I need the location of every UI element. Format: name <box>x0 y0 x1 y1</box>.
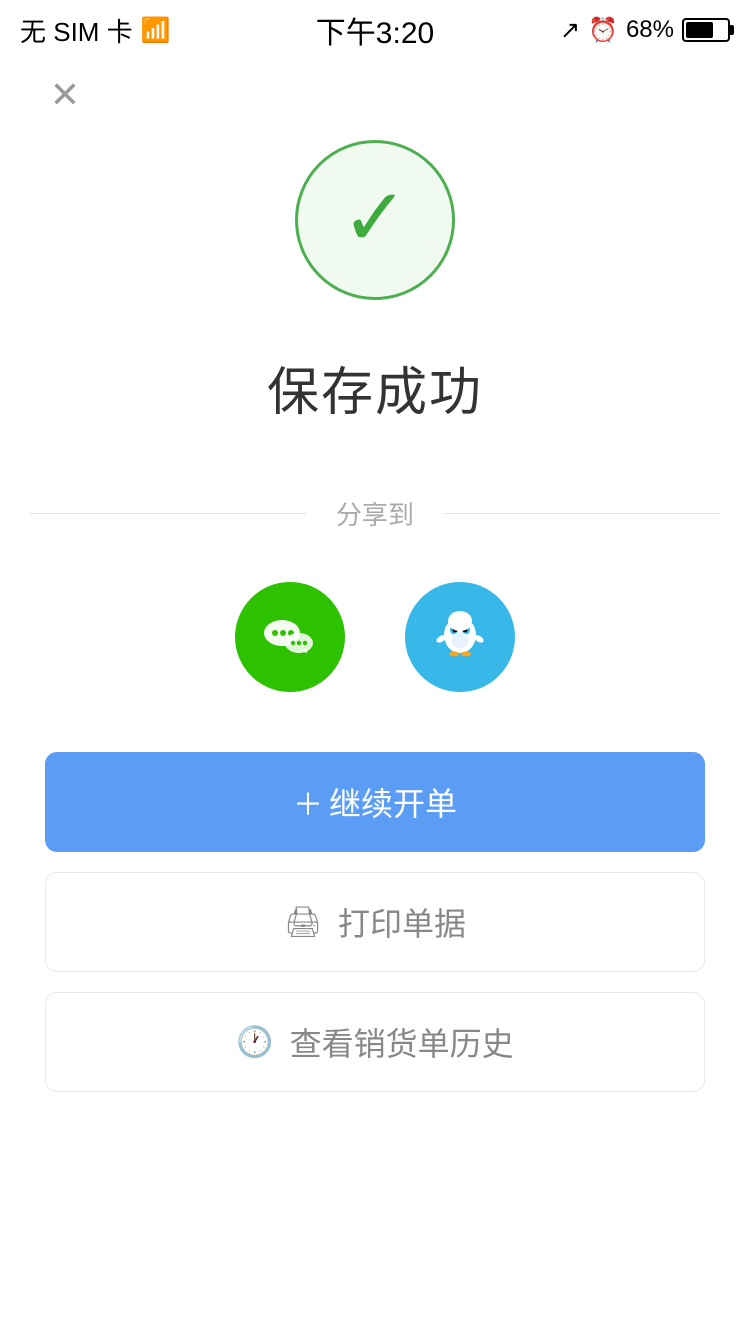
plus-icon: ＋ <box>293 780 323 824</box>
clock-icon: 🕐 <box>236 1025 273 1060</box>
success-circle: ✓ <box>295 140 455 300</box>
continue-button[interactable]: ＋ 继续开单 <box>45 752 705 852</box>
battery-icon <box>682 18 730 42</box>
share-divider: 分享到 <box>0 495 750 532</box>
divider-right <box>444 513 720 514</box>
history-label: 查看销货单历史 <box>290 1019 514 1065</box>
wifi-icon: 📶 <box>141 16 171 45</box>
continue-label: 继续开单 <box>329 779 457 825</box>
qq-share-button[interactable] <box>405 582 515 692</box>
main-content: ✓ 保存成功 分享到 <box>0 60 750 1092</box>
close-button[interactable]: ✕ <box>40 70 90 120</box>
location-icon: ↗ <box>560 16 580 45</box>
sim-status: 无 SIM 卡 <box>20 12 133 49</box>
share-icons <box>235 582 515 692</box>
status-right: ↗ ⏰ 68% <box>560 16 730 45</box>
divider-left <box>30 513 306 514</box>
status-left: 无 SIM 卡 📶 <box>20 12 171 49</box>
share-label: 分享到 <box>336 495 414 532</box>
success-title: 保存成功 <box>267 350 483 425</box>
wechat-share-button[interactable] <box>235 582 345 692</box>
checkmark-icon: ✓ <box>341 178 408 258</box>
battery-percent: 68% <box>626 16 674 44</box>
share-section: 分享到 <box>0 495 750 692</box>
status-time: 下午3:20 <box>316 8 434 52</box>
action-buttons: ＋ 继续开单 🖨 打印单据 🕐 查看销货单历史 <box>45 752 705 1092</box>
alarm-icon: ⏰ <box>588 16 618 45</box>
status-bar: 无 SIM 卡 📶 下午3:20 ↗ ⏰ 68% <box>0 0 750 60</box>
wechat-icon <box>258 605 323 670</box>
close-icon: ✕ <box>50 77 80 113</box>
qq-icon <box>428 605 493 670</box>
print-label: 打印单据 <box>338 899 466 945</box>
history-button[interactable]: 🕐 查看销货单历史 <box>45 992 705 1092</box>
print-button[interactable]: 🖨 打印单据 <box>45 872 705 972</box>
printer-icon: 🖨 <box>284 905 322 940</box>
